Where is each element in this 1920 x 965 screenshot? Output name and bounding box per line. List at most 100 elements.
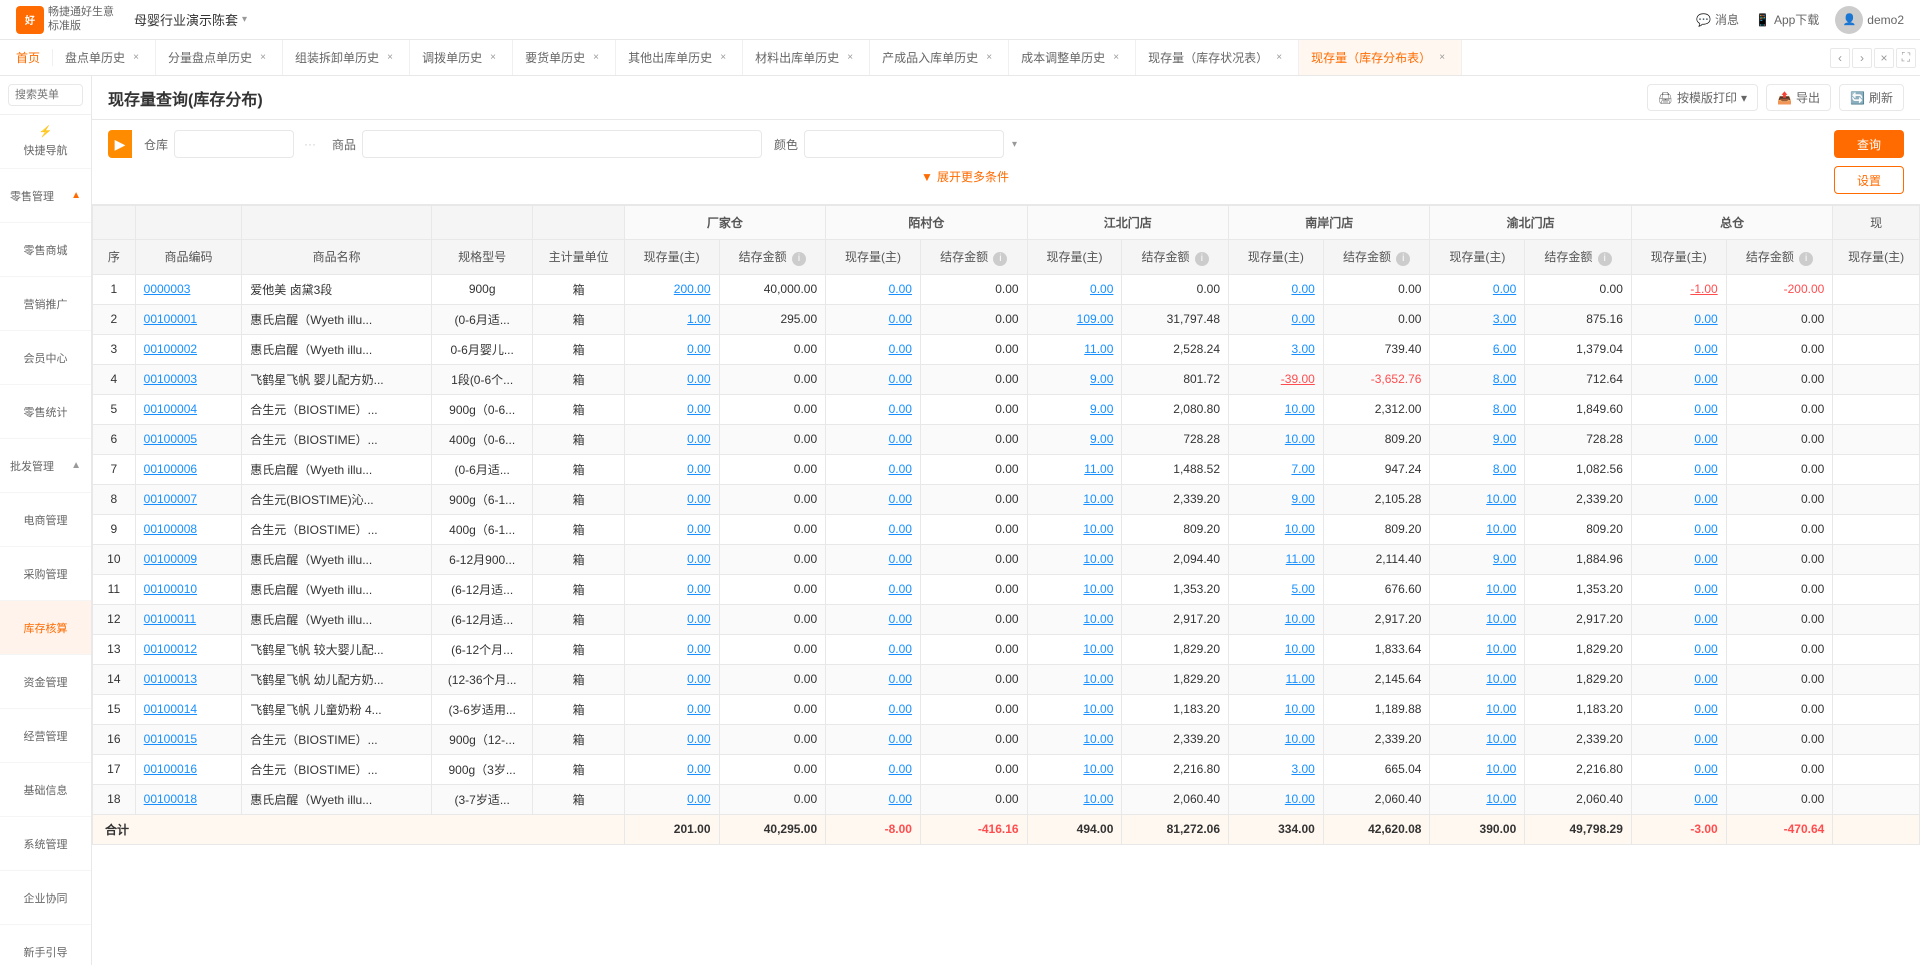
nav-prev-arrow[interactable]: ‹ <box>1830 48 1850 68</box>
cell-na-qty[interactable]: 0.00 <box>1229 274 1324 304</box>
cell-total-qty[interactable]: 0.00 <box>1631 304 1726 334</box>
cell-yb-qty[interactable]: 10.00 <box>1430 784 1525 814</box>
cell-na-qty[interactable]: 10.00 <box>1229 784 1324 814</box>
nav-tab-9[interactable]: 现存量（库存状况表） × <box>1136 40 1299 76</box>
cell-fc-qty[interactable]: 0.00 <box>624 454 719 484</box>
cell-code[interactable]: 00100011 <box>135 604 242 634</box>
cell-jb-qty[interactable]: 10.00 <box>1027 694 1122 724</box>
cell-fc-qty[interactable]: 0.00 <box>624 544 719 574</box>
cell-code[interactable]: 00100004 <box>135 394 242 424</box>
cell-jb-qty[interactable]: 0.00 <box>1027 274 1122 304</box>
cell-yb-qty[interactable]: 8.00 <box>1430 364 1525 394</box>
nav-tab-8[interactable]: 成本调整单历史 × <box>1009 40 1136 76</box>
cell-jb-qty[interactable]: 10.00 <box>1027 664 1122 694</box>
cell-total-qty[interactable]: 0.00 <box>1631 604 1726 634</box>
sidebar-item-ecommerce[interactable]: 电商管理 <box>0 493 91 547</box>
cell-yb-qty[interactable]: 10.00 <box>1430 634 1525 664</box>
cell-na-qty[interactable]: 5.00 <box>1229 574 1324 604</box>
cell-jb-qty[interactable]: 9.00 <box>1027 364 1122 394</box>
cell-total-qty[interactable]: 0.00 <box>1631 724 1726 754</box>
cell-code[interactable]: 00100012 <box>135 634 242 664</box>
close-tab-0-icon[interactable]: × <box>129 51 143 65</box>
cell-yb-qty[interactable]: 8.00 <box>1430 394 1525 424</box>
cell-mc-qty[interactable]: 0.00 <box>826 484 921 514</box>
cell-total-qty[interactable]: 0.00 <box>1631 664 1726 694</box>
app-download-button[interactable]: 📱 App下载 <box>1755 11 1819 28</box>
sidebar-item-purchase[interactable]: 采购管理 <box>0 547 91 601</box>
cell-na-qty[interactable]: 10.00 <box>1229 634 1324 664</box>
cell-yb-qty[interactable]: 9.00 <box>1430 544 1525 574</box>
yb-amt-info-icon[interactable]: i <box>1598 252 1612 266</box>
cell-code[interactable]: 00100005 <box>135 424 242 454</box>
cell-mc-qty[interactable]: 0.00 <box>826 424 921 454</box>
cell-na-qty[interactable]: 10.00 <box>1229 394 1324 424</box>
cell-na-qty[interactable]: 10.00 <box>1229 424 1324 454</box>
cell-na-qty[interactable]: 11.00 <box>1229 544 1324 574</box>
cell-jb-qty[interactable]: 9.00 <box>1027 424 1122 454</box>
color-input[interactable] <box>804 130 1004 158</box>
cell-jb-qty[interactable]: 9.00 <box>1027 394 1122 424</box>
na-amt-info-icon[interactable]: i <box>1396 252 1410 266</box>
cell-code[interactable]: 00100003 <box>135 364 242 394</box>
cell-total-qty[interactable]: -1.00 <box>1631 274 1726 304</box>
cell-mc-qty[interactable]: 0.00 <box>826 514 921 544</box>
cell-na-qty[interactable]: 9.00 <box>1229 484 1324 514</box>
cell-yb-qty[interactable]: 10.00 <box>1430 604 1525 634</box>
warehouse-more-icon[interactable]: ··· <box>300 137 320 151</box>
cell-mc-qty[interactable]: 0.00 <box>826 304 921 334</box>
cell-na-qty[interactable]: 0.00 <box>1229 304 1324 334</box>
cell-code[interactable]: 00100018 <box>135 784 242 814</box>
sidebar-item-basic-info[interactable]: 基础信息 <box>0 763 91 817</box>
cell-mc-qty[interactable]: 0.00 <box>826 664 921 694</box>
cell-jb-qty[interactable]: 10.00 <box>1027 634 1122 664</box>
filter-toggle-button[interactable]: ▶ <box>108 130 132 158</box>
sidebar-item-retail-mall[interactable]: 零售商城 <box>0 223 91 277</box>
sidebar-item-enterprise[interactable]: 企业协同 <box>0 871 91 925</box>
cell-total-qty[interactable]: 0.00 <box>1631 514 1726 544</box>
cell-code[interactable]: 00100016 <box>135 754 242 784</box>
sidebar-item-marketing[interactable]: 营销推广 <box>0 277 91 331</box>
cell-total-qty[interactable]: 0.00 <box>1631 394 1726 424</box>
cell-yb-qty[interactable]: 0.00 <box>1430 274 1525 304</box>
nav-tab-3[interactable]: 调拨单历史 × <box>410 40 513 76</box>
cell-fc-qty[interactable]: 0.00 <box>624 334 719 364</box>
cell-fc-qty[interactable]: 0.00 <box>624 604 719 634</box>
nav-tab-1[interactable]: 分量盘点单历史 × <box>156 40 283 76</box>
close-tab-10-icon[interactable]: × <box>1435 51 1449 65</box>
close-tab-4-icon[interactable]: × <box>589 51 603 65</box>
cell-mc-qty[interactable]: 0.00 <box>826 634 921 664</box>
cell-mc-qty[interactable]: 0.00 <box>826 334 921 364</box>
cell-fc-qty[interactable]: 0.00 <box>624 364 719 394</box>
cell-fc-qty[interactable]: 0.00 <box>624 574 719 604</box>
close-tab-8-icon[interactable]: × <box>1109 51 1123 65</box>
cell-total-qty[interactable]: 0.00 <box>1631 694 1726 724</box>
cell-mc-qty[interactable]: 0.00 <box>826 784 921 814</box>
cell-code[interactable]: 00100008 <box>135 514 242 544</box>
cell-yb-qty[interactable]: 10.00 <box>1430 754 1525 784</box>
cell-jb-qty[interactable]: 109.00 <box>1027 304 1122 334</box>
cell-mc-qty[interactable]: 0.00 <box>826 274 921 304</box>
sidebar-item-guide[interactable]: 新手引导 <box>0 925 91 965</box>
cell-mc-qty[interactable]: 0.00 <box>826 574 921 604</box>
cell-fc-qty[interactable]: 0.00 <box>624 424 719 454</box>
cell-code[interactable]: 00100002 <box>135 334 242 364</box>
user-menu[interactable]: 👤 demo2 <box>1835 6 1904 34</box>
cell-na-qty[interactable]: 10.00 <box>1229 694 1324 724</box>
cell-total-qty[interactable]: 0.00 <box>1631 544 1726 574</box>
cell-jb-qty[interactable]: 10.00 <box>1027 604 1122 634</box>
cell-na-qty[interactable]: 11.00 <box>1229 664 1324 694</box>
cell-total-qty[interactable]: 0.00 <box>1631 484 1726 514</box>
cell-yb-qty[interactable]: 10.00 <box>1430 694 1525 724</box>
nav-tab-4[interactable]: 要货单历史 × <box>513 40 616 76</box>
jb-amt-info-icon[interactable]: i <box>1195 252 1209 266</box>
cell-jb-qty[interactable]: 10.00 <box>1027 784 1122 814</box>
cell-mc-qty[interactable]: 0.00 <box>826 454 921 484</box>
close-tab-1-icon[interactable]: × <box>256 51 270 65</box>
query-button[interactable]: 查询 <box>1834 130 1904 158</box>
cell-na-qty[interactable]: 10.00 <box>1229 514 1324 544</box>
nav-tab-6[interactable]: 材料出库单历史 × <box>743 40 870 76</box>
cell-code[interactable]: 00100014 <box>135 694 242 724</box>
nav-close-arrow[interactable]: × <box>1874 48 1894 68</box>
cell-na-qty[interactable]: 10.00 <box>1229 724 1324 754</box>
cell-total-qty[interactable]: 0.00 <box>1631 634 1726 664</box>
